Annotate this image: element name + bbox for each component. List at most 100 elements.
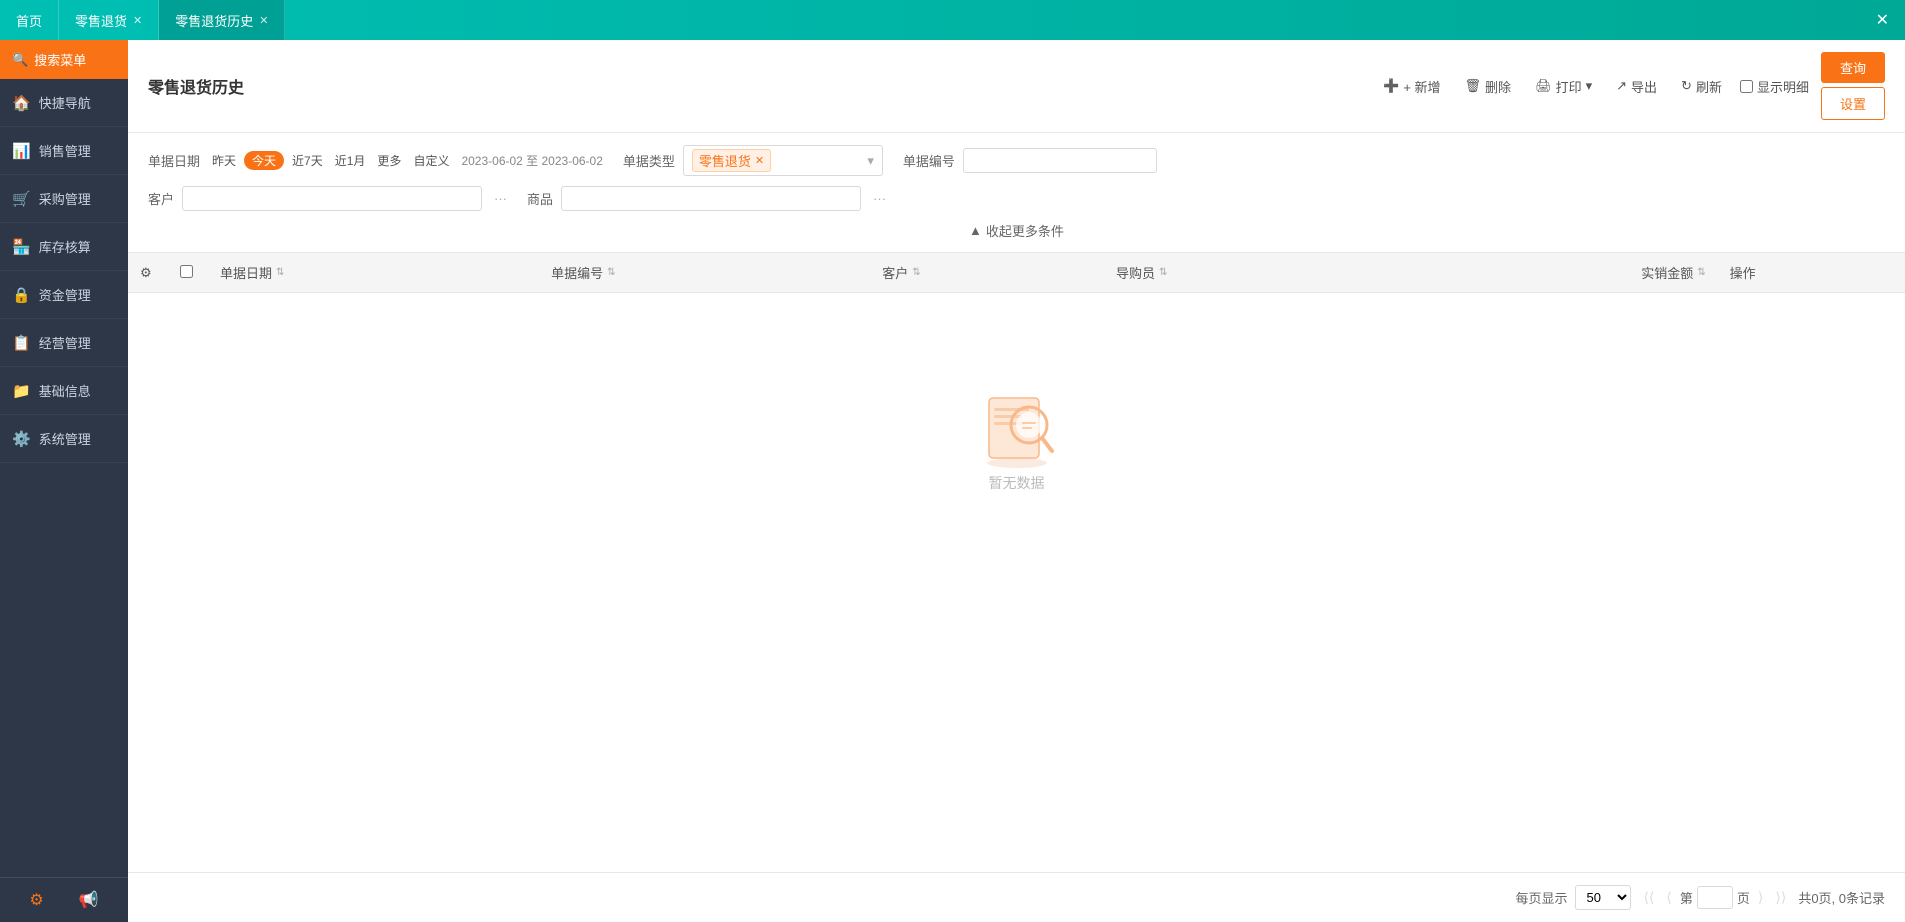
filter-row-2: 客户 ··· 商品 ··· — [148, 186, 1885, 211]
col-operation-header: 操作 — [1718, 253, 1905, 293]
date-custom[interactable]: 自定义 — [409, 151, 453, 170]
col-guide-header[interactable]: 导购员 ⇅ — [1104, 253, 1386, 293]
sidebar-search[interactable]: 🔍 搜索菜单 — [0, 40, 128, 79]
date-1month[interactable]: 近1月 — [331, 151, 370, 170]
next-page-button[interactable]: ⟩ — [1754, 887, 1767, 908]
delete-icon: 🗑 — [1465, 78, 1482, 94]
sidebar-label-purchase: 采购管理 — [39, 189, 91, 208]
export-icon: ↗ — [1616, 78, 1627, 94]
collapse-arrow-icon: ▲ — [969, 223, 982, 238]
inventory-icon: 🏪 — [12, 238, 31, 256]
date-yesterday[interactable]: 昨天 — [208, 151, 240, 170]
new-button[interactable]: ➕ + 新增 — [1377, 73, 1446, 100]
doc-type-chevron-icon: ▾ — [867, 153, 874, 169]
finance-icon: 🔒 — [12, 286, 31, 304]
per-page-select[interactable]: 50 10 20 100 — [1575, 885, 1631, 910]
date-more[interactable]: 更多 — [373, 151, 405, 170]
page-title: 零售退货历史 — [148, 74, 244, 98]
sort-doc-date-icon: ⇅ — [276, 267, 284, 278]
doc-type-tag-close[interactable]: ✕ — [755, 154, 764, 167]
empty-illustration — [967, 373, 1067, 473]
tab-retail-return-history-close[interactable]: ✕ — [259, 14, 268, 27]
sidebar-item-basic-info[interactable]: 📁 基础信息 — [0, 367, 128, 415]
sidebar-item-operations-mgmt[interactable]: 📋 经营管理 — [0, 319, 128, 367]
tab-home[interactable]: 首页 — [0, 0, 59, 40]
col-checkbox-header[interactable] — [168, 253, 208, 293]
doc-no-input[interactable] — [963, 148, 1157, 173]
window-close-button[interactable]: ✕ — [1860, 10, 1905, 30]
setting-button[interactable]: 设置 — [1821, 87, 1885, 120]
export-button[interactable]: ↗ 导出 — [1610, 73, 1663, 100]
sales-icon: 📊 — [12, 142, 31, 160]
col-doc-no-header[interactable]: 单据编号 ⇅ — [539, 253, 870, 293]
data-table-area: ⚙ 单据日期 ⇅ 单据编号 — [128, 253, 1905, 872]
tab-retail-return[interactable]: 零售退货 ✕ — [59, 0, 159, 40]
per-page-label: 每页显示 — [1515, 888, 1567, 907]
prev-page-button[interactable]: ⟨ — [1662, 887, 1675, 908]
delete-button[interactable]: 🗑 删除 — [1459, 73, 1518, 100]
display-detail-checkbox-wrapper[interactable]: 显示明细 — [1740, 77, 1809, 96]
sidebar-item-quick-nav[interactable]: 🏠 快捷导航 — [0, 79, 128, 127]
goods-input[interactable] — [561, 186, 861, 211]
home-icon: 🏠 — [12, 94, 31, 112]
doc-type-filter-item: 单据类型 零售退货 ✕ ▾ — [623, 145, 883, 176]
col-doc-date-header[interactable]: 单据日期 ⇅ — [208, 253, 539, 293]
header-actions: ➕ + 新增 🗑 删除 🖨 打印 ▾ ↗ 导出 ↻ — [1377, 52, 1885, 120]
last-page-button[interactable]: ⟩⟩ — [1771, 887, 1790, 908]
col-customer-header[interactable]: 客户 ⇅ — [870, 253, 1104, 293]
sidebar-item-finance-mgmt[interactable]: 🔒 资金管理 — [0, 271, 128, 319]
date-filter-options: 昨天 今天 近7天 近1月 更多 自定义 — [208, 151, 453, 170]
filter-row-1: 单据日期 昨天 今天 近7天 近1月 更多 自定义 2023-06-02 至 2… — [148, 145, 1885, 176]
sidebar-search-label: 搜索菜单 — [34, 50, 86, 69]
doc-type-label: 单据类型 — [623, 151, 675, 170]
page-input-group: 第 1 页 — [1680, 886, 1750, 909]
sidebar-item-inventory[interactable]: 🏪 库存核算 — [0, 223, 128, 271]
display-detail-checkbox[interactable] — [1740, 80, 1753, 93]
table-settings-icon[interactable]: ⚙ — [140, 265, 152, 280]
page-label: 第 — [1680, 888, 1693, 907]
date-today[interactable]: 今天 — [244, 151, 284, 170]
system-icon: ⚙️ — [12, 430, 31, 448]
filter-area: 单据日期 昨天 今天 近7天 近1月 更多 自定义 2023-06-02 至 2… — [128, 133, 1905, 253]
pagination: 每页显示 50 10 20 100 ⟨⟨ ⟨ 第 1 页 ⟩ ⟩⟩ 共0页, 0… — [128, 872, 1905, 922]
tab-retail-return-close[interactable]: ✕ — [133, 14, 142, 27]
goods-more-icon[interactable]: ··· — [873, 191, 886, 206]
page-number-input[interactable]: 1 — [1697, 886, 1733, 909]
sidebar-label-operations: 经营管理 — [39, 333, 91, 352]
sidebar-item-sales-mgmt[interactable]: 📊 销售管理 — [0, 127, 128, 175]
customer-input[interactable] — [182, 186, 482, 211]
data-table: ⚙ 单据日期 ⇅ 单据编号 — [128, 253, 1905, 573]
tab-retail-return-history[interactable]: 零售退货历史 ✕ — [159, 0, 285, 40]
date-7days[interactable]: 近7天 — [288, 151, 327, 170]
customer-label: 客户 — [148, 189, 174, 208]
total-info: 共0页, 0条记录 — [1798, 888, 1885, 907]
doc-type-select[interactable]: 零售退货 ✕ ▾ — [683, 145, 883, 176]
sidebar-item-system-mgmt[interactable]: ⚙️ 系统管理 — [0, 415, 128, 463]
speaker-icon[interactable]: 📢 — [79, 890, 99, 910]
customer-more-icon[interactable]: ··· — [494, 191, 507, 206]
select-all-checkbox[interactable] — [180, 265, 193, 278]
sidebar-label-inventory: 库存核算 — [39, 237, 91, 256]
doc-no-filter-item: 单据编号 — [903, 148, 1157, 173]
purchase-icon: 🛒 — [12, 190, 31, 208]
first-page-button[interactable]: ⟨⟨ — [1639, 887, 1658, 908]
sidebar-label-system: 系统管理 — [39, 429, 91, 448]
query-button[interactable]: 查询 — [1821, 52, 1885, 83]
collapse-filters-button[interactable]: ▲ 收起更多条件 — [148, 221, 1885, 240]
doc-type-tag-text: 零售退货 — [699, 151, 751, 170]
refresh-button[interactable]: ↻ 刷新 — [1675, 73, 1728, 100]
settings-bottom-icon[interactable]: ⚙ — [29, 890, 43, 910]
sidebar-label-finance: 资金管理 — [39, 285, 91, 304]
col-actual-amount-header[interactable]: 实销金额 ⇅ — [1386, 253, 1717, 293]
date-filter-label: 单据日期 — [148, 151, 200, 170]
sidebar-item-purchase-mgmt[interactable]: 🛒 采购管理 — [0, 175, 128, 223]
sidebar: 🔍 搜索菜单 🏠 快捷导航 📊 销售管理 🛒 采购管理 🏪 库存核算 🔒 资金管… — [0, 40, 128, 922]
print-button[interactable]: 🖨 打印 ▾ — [1529, 73, 1598, 100]
plus-icon: ➕ — [1383, 78, 1399, 94]
sort-guide-icon: ⇅ — [1159, 267, 1167, 278]
page-header: 零售退货历史 ➕ + 新增 🗑 删除 🖨 打印 ▾ ↗ 导出 — [128, 40, 1905, 133]
col-settings-header[interactable]: ⚙ — [128, 253, 168, 293]
operations-icon: 📋 — [12, 334, 31, 352]
sort-customer-icon: ⇅ — [912, 267, 920, 278]
print-chevron-icon: ▾ — [1586, 78, 1593, 94]
